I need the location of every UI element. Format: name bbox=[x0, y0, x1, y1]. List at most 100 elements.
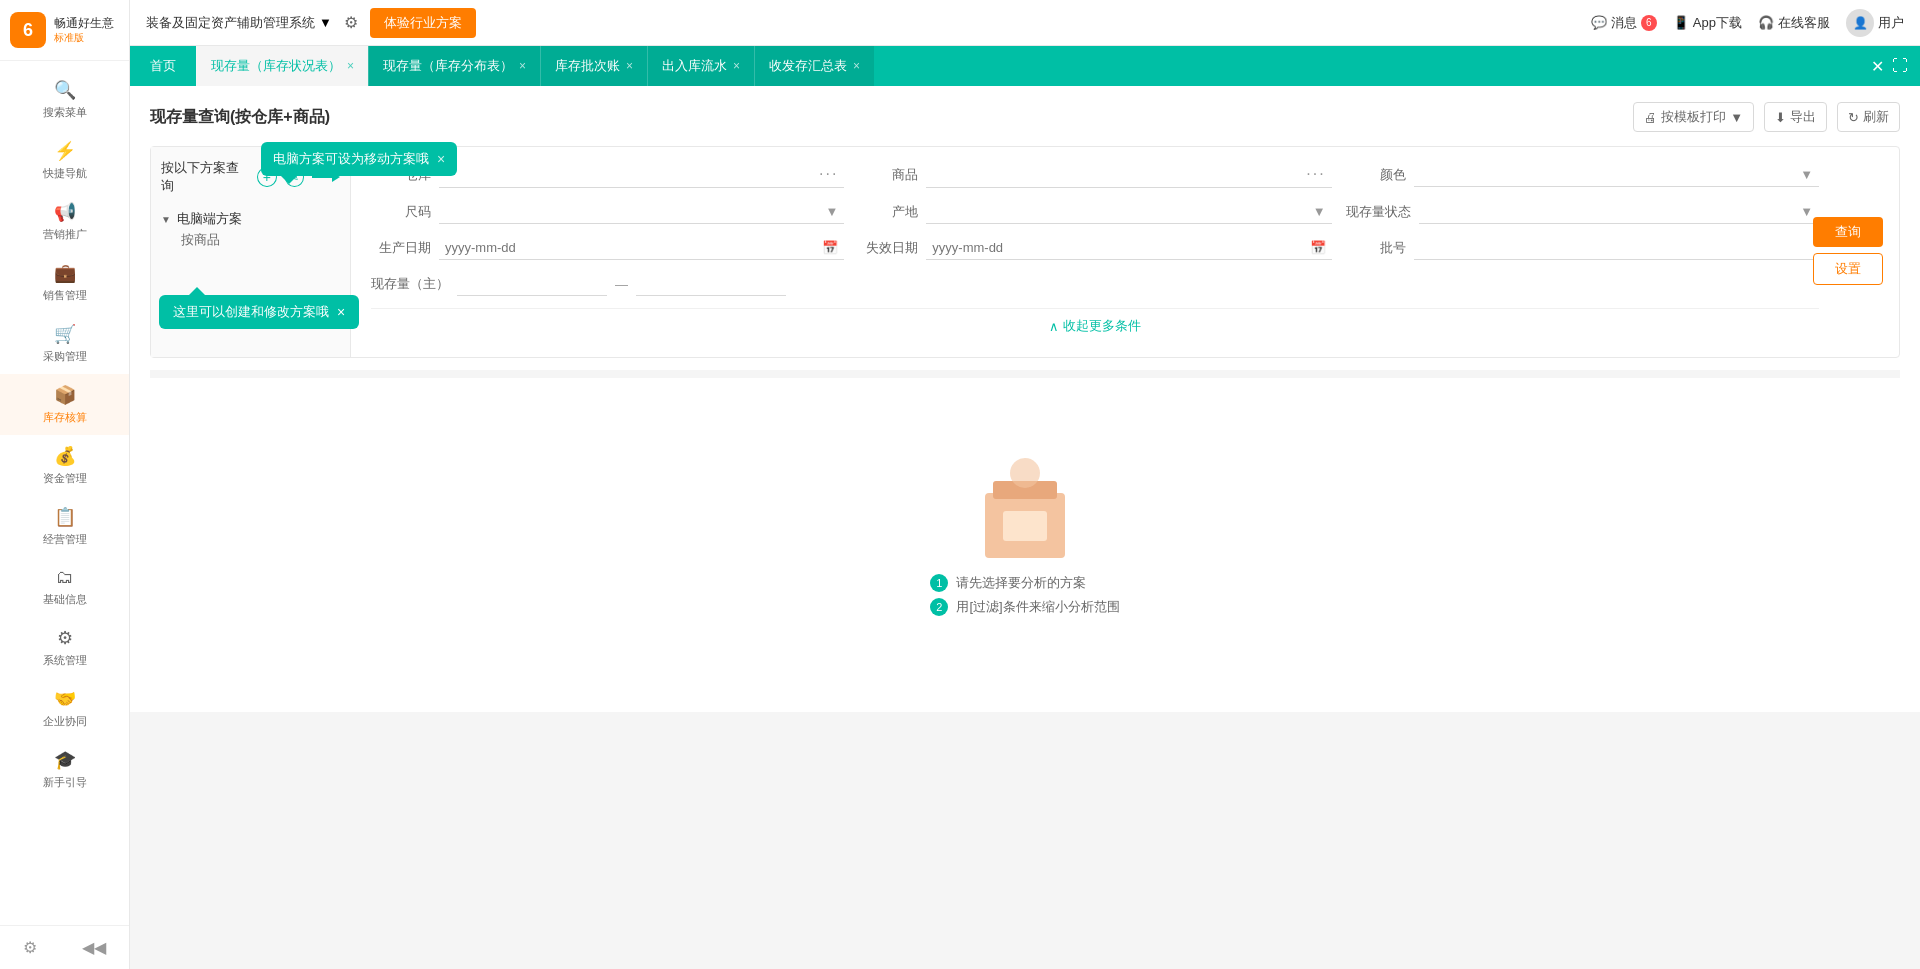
sidebar-item-purchase[interactable]: 🛒 采购管理 bbox=[0, 313, 129, 374]
filter-row-2: 尺码 ▼ 产地 ▼ bbox=[371, 200, 1819, 224]
sidebar-item-system[interactable]: ⚙ 系统管理 bbox=[0, 617, 129, 678]
empty-illustration bbox=[965, 458, 1085, 558]
stock-main-to-input[interactable] bbox=[642, 276, 780, 291]
range-dash: — bbox=[615, 277, 628, 292]
sidebar-bottom: ⚙ ◀◀ bbox=[0, 925, 129, 969]
tab-summary[interactable]: 收发存汇总表 × bbox=[754, 46, 874, 86]
app-download-label: App下载 bbox=[1693, 14, 1742, 32]
sidebar-item-marketing[interactable]: 📢 营销推广 bbox=[0, 191, 129, 252]
tooltip-pc-text: 电脑方案可设为移动方案哦 bbox=[273, 150, 429, 168]
warehouse-dots[interactable]: ··· bbox=[819, 165, 838, 183]
stock-main-label: 现存量（主） bbox=[371, 275, 449, 293]
tab-inout[interactable]: 出入库流水 × bbox=[647, 46, 754, 86]
page-actions: 🖨 按模板打印 ▼ ⬇ 导出 ↻ 刷新 bbox=[1633, 102, 1900, 132]
tab-batch[interactable]: 库存批次账 × bbox=[540, 46, 647, 86]
size-label: 尺码 bbox=[371, 203, 431, 221]
exp-date-input[interactable]: 📅 bbox=[926, 236, 1331, 260]
origin-input[interactable]: ▼ bbox=[926, 200, 1331, 224]
search-btn-area: 查询 设置 bbox=[1813, 217, 1883, 285]
sidebar-item-search[interactable]: 🔍 搜索菜单 bbox=[0, 69, 129, 130]
online-service-action[interactable]: 🎧 在线客服 bbox=[1758, 14, 1830, 32]
collapse-btn[interactable]: ∧ 收起更多条件 bbox=[371, 308, 1819, 343]
sidebar-item-finance-label: 资金管理 bbox=[43, 471, 87, 486]
batch-text[interactable] bbox=[1420, 240, 1813, 255]
tab-inventory-status-close[interactable]: × bbox=[347, 59, 354, 73]
tab-bar: 首页 现存量（库存状况表） × 现存量（库存分布表） × 库存批次账 × 出入库… bbox=[130, 46, 1920, 86]
sidebar-item-basic[interactable]: 🗂 基础信息 bbox=[0, 557, 129, 617]
finance-icon: 💰 bbox=[54, 445, 76, 467]
prod-date-text[interactable] bbox=[445, 240, 565, 255]
headset-icon: 🎧 bbox=[1758, 15, 1774, 30]
exp-date-text[interactable] bbox=[932, 240, 1052, 255]
section-divider bbox=[150, 370, 1900, 378]
exp-date-cal-icon[interactable]: 📅 bbox=[1310, 240, 1326, 255]
origin-dropdown-icon[interactable]: ▼ bbox=[1313, 204, 1326, 219]
refresh-label: 刷新 bbox=[1863, 108, 1889, 126]
tab-summary-close[interactable]: × bbox=[853, 59, 860, 73]
color-input[interactable]: ▼ bbox=[1414, 163, 1819, 187]
message-action[interactable]: 💬 消息 6 bbox=[1591, 14, 1657, 32]
tab-close-all-icon[interactable]: ✕ bbox=[1871, 57, 1884, 76]
prod-date-cal-icon[interactable]: 📅 bbox=[822, 240, 838, 255]
tooltip-pc-close[interactable]: × bbox=[437, 151, 445, 167]
product-dots[interactable]: ··· bbox=[1306, 165, 1325, 183]
reset-button[interactable]: 设置 bbox=[1813, 253, 1883, 285]
batch-input[interactable] bbox=[1414, 236, 1819, 260]
schema-pc-title[interactable]: ▼ 电脑端方案 bbox=[161, 207, 340, 231]
stock-main-from-input[interactable] bbox=[463, 276, 601, 291]
sidebar-item-inventory[interactable]: 📦 库存核算 bbox=[0, 374, 129, 435]
user-action[interactable]: 👤 用户 bbox=[1846, 9, 1904, 37]
refresh-icon: ↻ bbox=[1848, 110, 1859, 125]
sidebar-item-quicknav[interactable]: ⚡ 快捷导航 bbox=[0, 130, 129, 191]
guide-icon: 🎓 bbox=[54, 749, 76, 771]
tab-inventory-dist[interactable]: 现存量（库存分布表） × bbox=[368, 46, 540, 86]
refresh-btn[interactable]: ↻ 刷新 bbox=[1837, 102, 1900, 132]
export-btn[interactable]: ⬇ 导出 bbox=[1764, 102, 1827, 132]
schema-pc-arrow: ▼ bbox=[161, 214, 171, 225]
search-button[interactable]: 查询 bbox=[1813, 217, 1883, 247]
warehouse-input[interactable]: ··· bbox=[439, 161, 844, 188]
sidebar-collapse-btn[interactable]: ◀◀ bbox=[82, 938, 106, 957]
message-label: 消息 bbox=[1611, 14, 1637, 32]
sidebar-item-search-label: 搜索菜单 bbox=[43, 105, 87, 120]
stock-status-dropdown-icon[interactable]: ▼ bbox=[1800, 204, 1813, 219]
tooltip-edit-close[interactable]: × bbox=[337, 304, 345, 320]
pc-scheme-tooltip: 电脑方案可设为移动方案哦 × bbox=[261, 142, 457, 176]
empty-step-2: 2 用[过滤]条件来缩小分析范围 bbox=[930, 598, 1119, 616]
experience-button[interactable]: 体验行业方案 bbox=[370, 8, 476, 38]
online-service-label: 在线客服 bbox=[1778, 14, 1830, 32]
tab-home[interactable]: 首页 bbox=[130, 46, 196, 86]
sidebar-item-operations[interactable]: 📋 经营管理 bbox=[0, 496, 129, 557]
print-btn[interactable]: 🖨 按模板打印 ▼ bbox=[1633, 102, 1754, 132]
sidebar-item-enterprise[interactable]: 🤝 企业协同 bbox=[0, 678, 129, 739]
sales-icon: 💼 bbox=[54, 262, 76, 284]
size-input[interactable]: ▼ bbox=[439, 200, 844, 224]
size-dropdown-icon[interactable]: ▼ bbox=[825, 204, 838, 219]
system-name-dropdown[interactable]: 装备及固定资产辅助管理系统 ▼ bbox=[146, 14, 332, 32]
sidebar-settings-btn[interactable]: ⚙ bbox=[23, 938, 37, 957]
product-input[interactable]: ··· bbox=[926, 161, 1331, 188]
tab-fullscreen-icon[interactable]: ⛶ bbox=[1892, 57, 1908, 75]
system-name: 装备及固定资产辅助管理系统 bbox=[146, 14, 315, 32]
sidebar-item-sales[interactable]: 💼 销售管理 bbox=[0, 252, 129, 313]
stock-status-field: 现存量状态 ▼ bbox=[1346, 200, 1819, 224]
prod-date-label: 生产日期 bbox=[371, 239, 431, 257]
stock-main-from[interactable] bbox=[457, 272, 607, 296]
schema-pc-item[interactable]: 按商品 bbox=[161, 231, 340, 249]
prod-date-input[interactable]: 📅 bbox=[439, 236, 844, 260]
app-download-action[interactable]: 📱 App下载 bbox=[1673, 14, 1742, 32]
tab-inout-close[interactable]: × bbox=[733, 59, 740, 73]
tab-inventory-status-label: 现存量（库存状况表） bbox=[211, 57, 341, 75]
marketing-icon: 📢 bbox=[54, 201, 76, 223]
tab-inventory-status[interactable]: 现存量（库存状况表） × bbox=[196, 46, 368, 86]
tab-inventory-dist-close[interactable]: × bbox=[519, 59, 526, 73]
tab-batch-close[interactable]: × bbox=[626, 59, 633, 73]
sidebar-item-operations-label: 经营管理 bbox=[43, 532, 87, 547]
header-settings-btn[interactable]: ⚙ bbox=[344, 13, 358, 32]
inventory-icon: 📦 bbox=[54, 384, 76, 406]
stock-main-to[interactable] bbox=[636, 272, 786, 296]
sidebar-item-finance[interactable]: 💰 资金管理 bbox=[0, 435, 129, 496]
stock-status-input[interactable]: ▼ bbox=[1419, 200, 1819, 224]
color-dropdown-icon[interactable]: ▼ bbox=[1800, 167, 1813, 182]
sidebar-item-guide[interactable]: 🎓 新手引导 bbox=[0, 739, 129, 800]
